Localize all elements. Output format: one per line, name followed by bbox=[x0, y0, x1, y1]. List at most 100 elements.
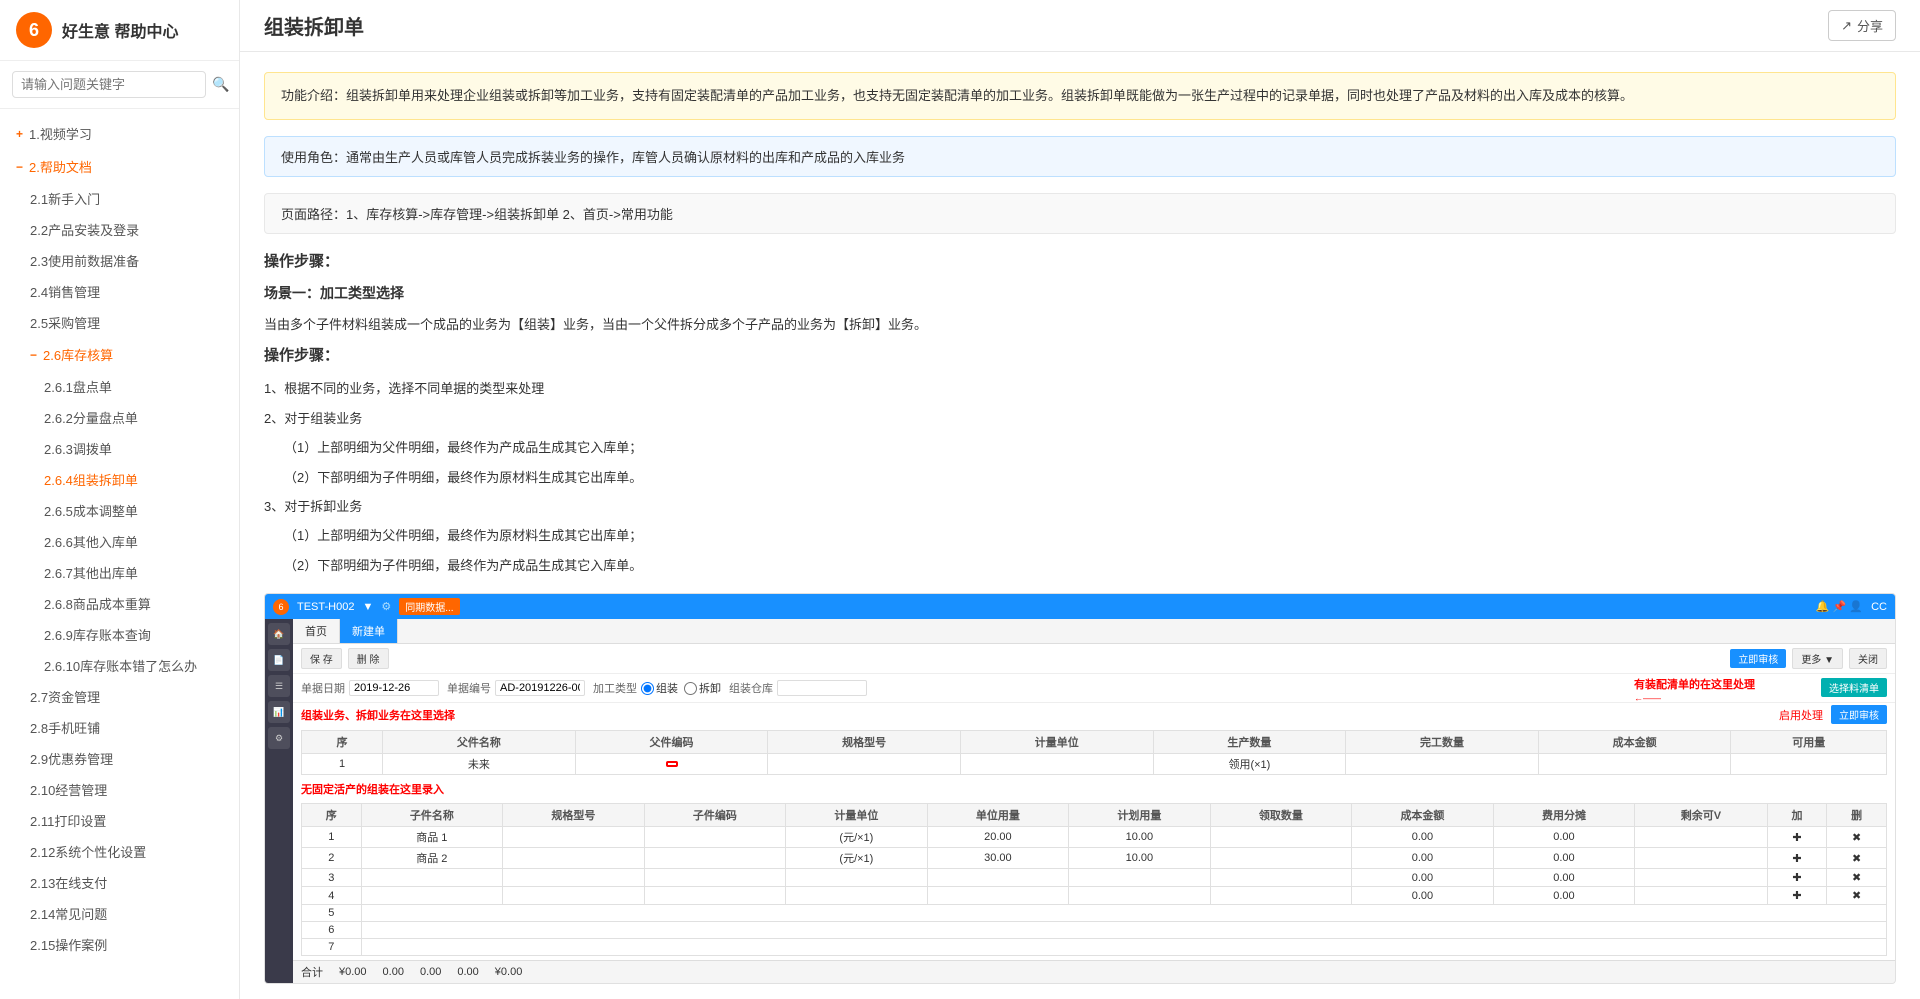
erp-btn-delete[interactable]: 删 除 bbox=[348, 648, 389, 669]
erp-upper-td-seq: 1 bbox=[302, 754, 383, 775]
step3-sub2: （2）下部明细为子件明细，最终作为产成品生成其它入库单。 bbox=[264, 554, 1896, 577]
erp-radio-zhuang-input[interactable] bbox=[641, 682, 654, 695]
sidebar-item-docs-29[interactable]: 2.9优惠券管理 bbox=[0, 743, 239, 774]
erp-code-input[interactable] bbox=[495, 680, 585, 696]
sidebar-item-docs-215[interactable]: 2.15操作案例 bbox=[0, 929, 239, 960]
sidebar-item-docs-213[interactable]: 2.13在线支付 bbox=[0, 867, 239, 898]
sidebar-item-docs-267[interactable]: 2.6.7其他出库单 bbox=[0, 557, 239, 588]
erp-warehouse-label: 组装仓库 bbox=[729, 680, 773, 696]
table-row: 4 0.00 0.00 bbox=[302, 887, 1887, 905]
erp-top-btn: 同期数据... bbox=[399, 598, 459, 615]
erp-btn-save[interactable]: 保 存 bbox=[301, 648, 342, 669]
erp-form-row-code: 单据编号 bbox=[447, 680, 585, 696]
table-row: 1 未来 领用(×1) bbox=[302, 754, 1887, 775]
erp-upper-td-spec bbox=[768, 754, 961, 775]
erp-date-input[interactable] bbox=[349, 680, 439, 696]
sidebar-item-docs-25[interactable]: 2.5采购管理 bbox=[0, 307, 239, 338]
erp-radio-chai-input[interactable] bbox=[684, 682, 697, 695]
scene1-title: 场景一：加工类型选择 bbox=[264, 283, 1896, 303]
erp-total-cost2: ¥0.00 bbox=[495, 966, 523, 978]
sidebar-item-docs-210[interactable]: 2.10经营管理 bbox=[0, 774, 239, 805]
erp-upper-td-name: 未来 bbox=[383, 754, 576, 775]
erp-upper-td-prod: 领用(×1) bbox=[1153, 754, 1346, 775]
erp-lower-table: 序 子件名称 规格型号 子件编码 计量单位 单位用量 计划用量 领取数量 成本金… bbox=[301, 803, 1887, 956]
erp-title-bar: 6 TEST-H002 ▼ ⚙ 同期数据... 🔔 📌 👤 CC bbox=[265, 594, 1895, 619]
sidebar-item-docs-268[interactable]: 2.6.8商品成本重算 bbox=[0, 588, 239, 619]
erp-btn-close[interactable]: 关闭 bbox=[1849, 648, 1887, 669]
sidebar-item-video[interactable]: + 1.视频学习 bbox=[0, 117, 239, 150]
sidebar-item-docs-22[interactable]: 2.2产品安装及登录 bbox=[0, 214, 239, 245]
search-input[interactable] bbox=[12, 71, 206, 98]
erp-btn-select-bom[interactable]: 选择料清单 bbox=[1821, 678, 1887, 697]
erp-radio-chai[interactable]: 拆卸 bbox=[684, 680, 721, 696]
main-area: 组装拆卸单 ↗ 分享 功能介绍：组装拆卸单用来处理企业组装或拆卸等加工业务，支持… bbox=[240, 0, 1920, 999]
sidebar: 6 好生意 帮助中心 🔍 + 1.视频学习 − 2.帮助文档 2.1新手入门 2… bbox=[0, 0, 240, 999]
sidebar-item-docs-261[interactable]: 2.6.1盘点单 bbox=[0, 371, 239, 402]
erp-form-row-type: 加工类型 组装 拆卸 bbox=[593, 680, 721, 696]
collapse-icon: − bbox=[16, 160, 23, 174]
erp-warehouse-input[interactable] bbox=[777, 680, 867, 696]
sidebar-item-docs-27[interactable]: 2.7资金管理 bbox=[0, 681, 239, 712]
erp-total-qty2: 0.00 bbox=[420, 966, 441, 978]
erp-upper-th-code: 父件编码 bbox=[575, 731, 768, 754]
table-row: 7 bbox=[302, 939, 1887, 956]
erp-form-row-date: 单据日期 bbox=[301, 680, 439, 696]
sidebar-item-docs-2610[interactable]: 2.6.10库存账本错了怎么办 bbox=[0, 650, 239, 681]
erp-upper-th-seq: 序 bbox=[302, 731, 383, 754]
erp-upper-th-spec: 规格型号 bbox=[768, 731, 961, 754]
ops-section: 操作步骤： 场景一：加工类型选择 当由多个子件材料组装成一个成品的业务为【组装】… bbox=[264, 250, 1896, 577]
erp-form-row-warehouse: 组装仓库 bbox=[729, 680, 867, 696]
erp-annotation1-arrow: ←—— bbox=[1634, 693, 1661, 703]
sidebar-item-docs-211[interactable]: 2.11打印设置 bbox=[0, 805, 239, 836]
path-text: 页面路径：1、库存核算->库存管理->组装拆卸单 2、首页->常用功能 bbox=[281, 207, 673, 222]
sidebar-item-docs-266[interactable]: 2.6.6其他入库单 bbox=[0, 526, 239, 557]
path-box: 页面路径：1、库存核算->库存管理->组装拆卸单 2、首页->常用功能 bbox=[264, 193, 1896, 234]
erp-user-code: CC bbox=[1871, 601, 1887, 613]
erp-sidebar-icon-home: 🏠 bbox=[268, 623, 290, 645]
erp-sidebar-icon-list: ☰ bbox=[268, 675, 290, 697]
sidebar-item-docs-262[interactable]: 2.6.2分量盘点单 bbox=[0, 402, 239, 433]
erp-upper-th-done: 完工数量 bbox=[1346, 731, 1539, 754]
erp-date-label: 单据日期 bbox=[301, 680, 345, 696]
sidebar-item-docs-21[interactable]: 2.1新手入门 bbox=[0, 183, 239, 214]
ops-label: 操作步骤： bbox=[264, 344, 1896, 365]
erp-lower-th-add: 加 bbox=[1767, 804, 1827, 827]
erp-lower-th-cost: 成本金额 bbox=[1352, 804, 1494, 827]
sidebar-item-docs[interactable]: − 2.帮助文档 bbox=[0, 150, 239, 183]
search-icon[interactable]: 🔍 bbox=[212, 76, 229, 93]
sidebar-item-docs-214[interactable]: 2.14常见问题 bbox=[0, 898, 239, 929]
sidebar-item-docs-264[interactable]: 2.6.4组装拆卸单 bbox=[0, 464, 239, 495]
erp-btn-approve2[interactable]: 立即审核 bbox=[1831, 705, 1887, 724]
erp-upper-td-cost bbox=[1538, 754, 1731, 775]
erp-annotation4: 无固定活产的组装在这里录入 bbox=[301, 784, 444, 796]
sidebar-item-docs-26[interactable]: − 2.6库存核算 bbox=[0, 338, 239, 371]
table-row: 2 商品 2 (元/×1) 30.00 10.00 0.00 0.00 bbox=[302, 848, 1887, 869]
role-box: 使用角色：通常由生产人员或库管人员完成拆装业务的操作，库管人员确认原材料的出库和… bbox=[264, 136, 1896, 177]
intro-box: 功能介绍：组装拆卸单用来处理企业组装或拆卸等加工业务，支持有固定装配清单的产品加… bbox=[264, 72, 1896, 120]
erp-tab-bar: 首页 新建单 bbox=[293, 619, 1895, 644]
table-row: 5 bbox=[302, 905, 1887, 922]
erp-upper-th-prod: 生产数量 bbox=[1153, 731, 1346, 754]
logo-area: 6 好生意 帮助中心 bbox=[0, 0, 239, 61]
search-area: 🔍 bbox=[0, 61, 239, 109]
scene1-desc: 当由多个子件材料组装成一个成品的业务为【组装】业务，当由一个父件拆分成多个子产品… bbox=[264, 313, 1896, 336]
erp-btn-more[interactable]: 更多 ▼ bbox=[1792, 648, 1843, 669]
erp-annotation4-row: 无固定活产的组装在这里录入 bbox=[293, 779, 1895, 799]
erp-status-icon: ⚙ bbox=[381, 600, 391, 613]
sidebar-item-docs-212[interactable]: 2.12系统个性化设置 bbox=[0, 836, 239, 867]
sidebar-item-docs-263[interactable]: 2.6.3调拨单 bbox=[0, 433, 239, 464]
erp-btn-approve[interactable]: 立即审核 bbox=[1730, 649, 1786, 668]
table-row: 3 0.00 0.00 bbox=[302, 869, 1887, 887]
erp-title-code: TEST-H002 bbox=[297, 601, 354, 613]
erp-radio-zhuang[interactable]: 组装 bbox=[641, 680, 678, 696]
sidebar-item-docs-28[interactable]: 2.8手机旺铺 bbox=[0, 712, 239, 743]
sidebar-item-docs-265[interactable]: 2.6.5成本调整单 bbox=[0, 495, 239, 526]
erp-tab-new[interactable]: 新建单 bbox=[340, 619, 398, 643]
erp-tab-home[interactable]: 首页 bbox=[293, 619, 340, 643]
erp-lower-th-code: 子件编码 bbox=[644, 804, 786, 827]
top-bar: 组装拆卸单 ↗ 分享 bbox=[240, 0, 1920, 52]
share-button[interactable]: ↗ 分享 bbox=[1828, 10, 1896, 41]
sidebar-item-docs-269[interactable]: 2.6.9库存账本查询 bbox=[0, 619, 239, 650]
sidebar-item-docs-23[interactable]: 2.3使用前数据准备 bbox=[0, 245, 239, 276]
sidebar-item-docs-24[interactable]: 2.4销售管理 bbox=[0, 276, 239, 307]
